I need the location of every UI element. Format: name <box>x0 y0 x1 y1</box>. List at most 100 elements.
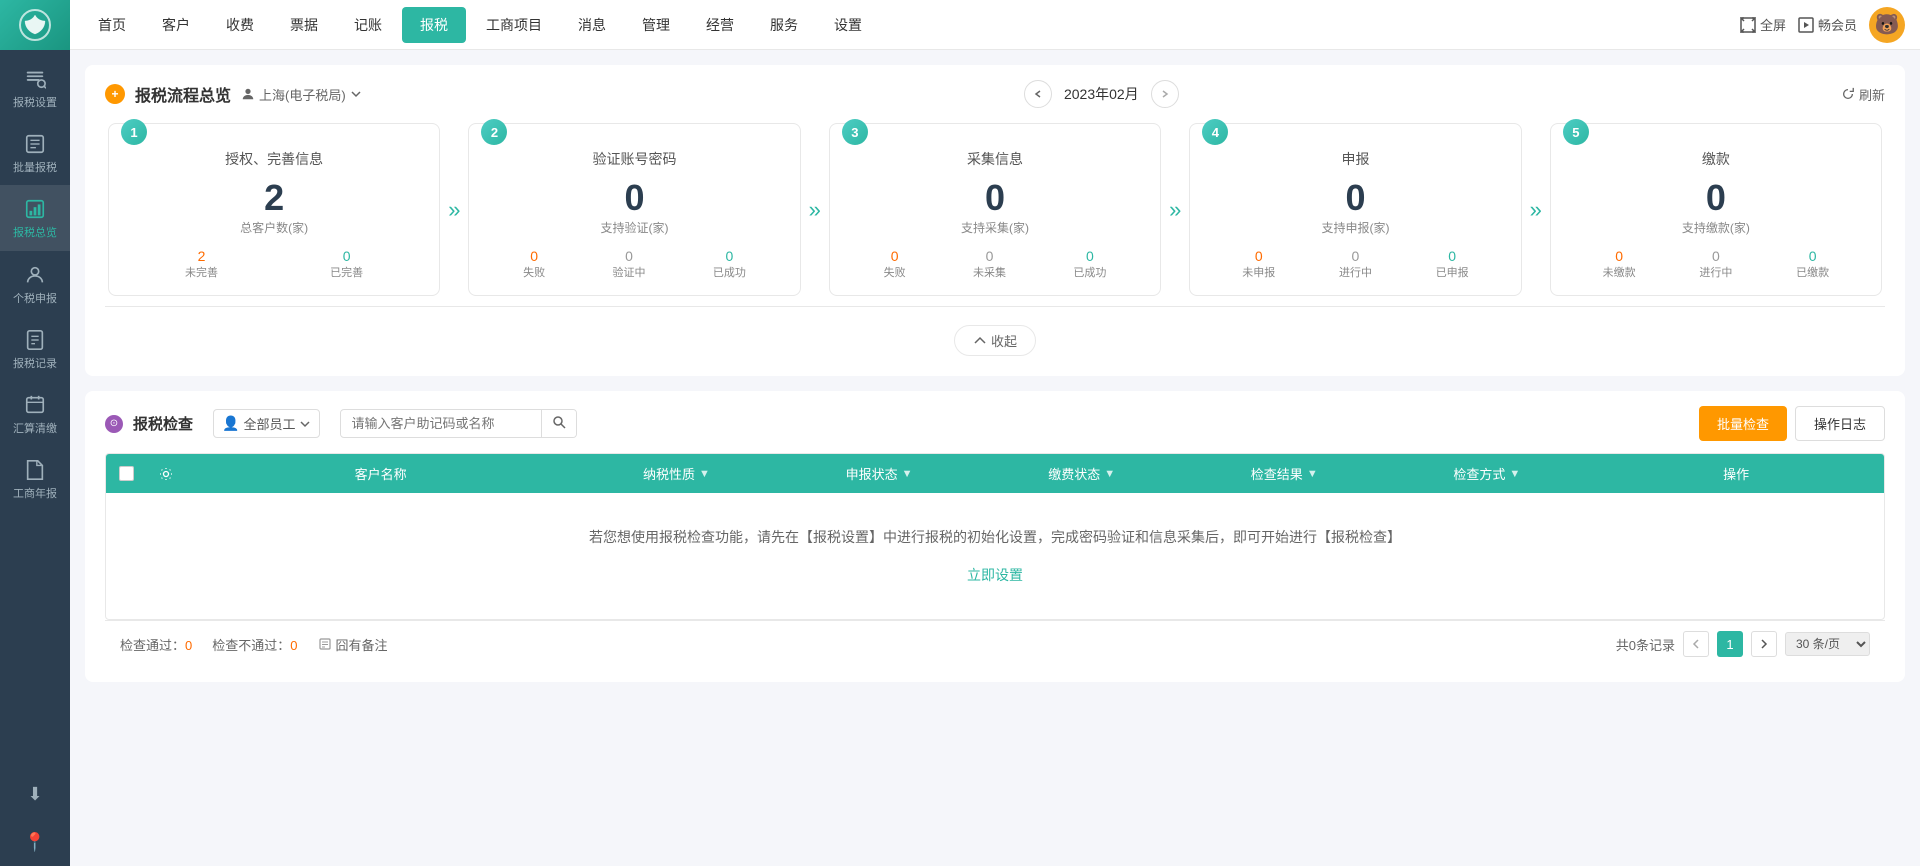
th-tax-nature: 纳税性质 ▼ <box>575 454 778 493</box>
nav-item-accounting[interactable]: 记账 <box>336 0 400 50</box>
nav-item-manage[interactable]: 管理 <box>624 0 688 50</box>
step3-stat-0: 0 失败 <box>884 248 906 280</box>
setup-link[interactable]: 立即设置 <box>967 567 1023 583</box>
next-page-button[interactable] <box>1751 631 1777 657</box>
nav-item-tax[interactable]: 报税 <box>402 7 466 43</box>
sidebar: 报税设置 批量报税 报税总览 个税申报 报税记录 <box>0 50 70 866</box>
search-button[interactable] <box>541 410 576 437</box>
step2-stat-2-val: 0 <box>713 248 746 264</box>
sidebar-item-settlement[interactable]: 汇算清缴 <box>0 381 70 446</box>
chevron-down-icon <box>350 88 362 100</box>
sidebar-item-location[interactable]: 📍 <box>0 818 70 866</box>
operation-log-button[interactable]: 操作日志 <box>1795 406 1885 441</box>
th-gear[interactable] <box>146 454 186 493</box>
nav-item-commerce[interactable]: 工商项目 <box>468 0 560 50</box>
play-icon <box>1798 17 1814 33</box>
th-filter-icon-4[interactable]: ▼ <box>1307 468 1318 480</box>
th-filter-icon-5[interactable]: ▼ <box>1509 468 1520 480</box>
step2-stat-2-label: 已成功 <box>713 264 746 280</box>
vip-button[interactable]: 畅会员 <box>1798 15 1857 34</box>
nav-item-messages[interactable]: 消息 <box>560 0 624 50</box>
table-wrapper: 客户名称 纳税性质 ▼ 申报状态 ▼ 缴费状态 ▼ 检查 <box>105 453 1885 620</box>
step1-stat-0-label: 未完善 <box>185 264 218 280</box>
step5-stat-2-label: 已缴款 <box>1796 264 1829 280</box>
sidebar-item-tax-settings-label: 报税设置 <box>13 97 57 110</box>
th-filter-icon-3[interactable]: ▼ <box>1104 468 1115 480</box>
current-page: 1 <box>1717 631 1743 657</box>
step2-desc: 支持验证(家) <box>489 219 779 236</box>
staff-filter[interactable]: 👤 全部员工 <box>213 409 320 438</box>
step5-stat-1: 0 进行中 <box>1699 248 1732 280</box>
collapse-button[interactable]: 收起 <box>954 325 1036 356</box>
step1-stat-1-label: 已完善 <box>330 264 363 280</box>
logo-area <box>0 0 70 50</box>
refresh-button[interactable]: 刷新 <box>1841 85 1885 104</box>
step1-stat-0-val: 2 <box>185 248 218 264</box>
step2-stat-2: 0 已成功 <box>713 248 746 280</box>
th-filter-icon-2[interactable]: ▼ <box>902 468 913 480</box>
per-page-select[interactable]: 30 条/页 50 条/页 100 条/页 <box>1785 632 1870 656</box>
nav-right: 全屏 畅会员 🐻 <box>1740 7 1920 43</box>
step2-stat-0-val: 0 <box>523 248 545 264</box>
th-declare-status: 申报状态 ▼ <box>778 454 981 493</box>
step5-stat-0-label: 未缴款 <box>1603 264 1636 280</box>
step5-stat-0-val: 0 <box>1603 248 1636 264</box>
th-check-result-label: 检查结果 <box>1251 464 1303 483</box>
header-checkbox[interactable] <box>119 466 134 481</box>
tax-overview-icon <box>21 195 49 223</box>
next-month-button[interactable] <box>1151 80 1179 108</box>
flow-step-4: 4 申报 0 支持申报(家) 0 未申报 0 进行中 <box>1189 123 1521 296</box>
total-records: 共0条记录 <box>1616 635 1675 654</box>
step5-badge: 5 <box>1563 119 1589 145</box>
search-input[interactable] <box>341 411 541 436</box>
staff-filter-icon: 👤 <box>222 415 239 432</box>
empty-message-container: 若您想使用报税检查功能，请先在【报税设置】中进行报税的初始化设置，完成密码验证和… <box>569 493 1421 619</box>
th-operation: 操作 <box>1588 454 1884 493</box>
prev-month-button[interactable] <box>1024 80 1052 108</box>
prev-page-button[interactable] <box>1683 631 1709 657</box>
flow-steps: 1 授权、完善信息 2 总客户数(家) 2 未完善 0 已完善 <box>105 123 1885 296</box>
step4-stats: 0 未申报 0 进行中 0 已申报 <box>1210 248 1500 280</box>
nav-item-settings[interactable]: 设置 <box>816 0 880 50</box>
vip-label: 畅会员 <box>1818 15 1857 34</box>
th-filter-icon-1[interactable]: ▼ <box>699 468 710 480</box>
step4-stat-2: 0 已申报 <box>1436 248 1469 280</box>
flow-step-2: 2 验证账号密码 0 支持验证(家) 0 失败 0 验证中 <box>468 123 800 296</box>
th-checkbox[interactable] <box>106 454 146 493</box>
sidebar-item-tax-records[interactable]: 报税记录 <box>0 316 70 381</box>
fullscreen-button[interactable]: 全屏 <box>1740 15 1786 34</box>
person-icon <box>241 87 255 101</box>
fullscreen-icon <box>1740 17 1756 33</box>
nav-item-customer[interactable]: 客户 <box>144 0 208 50</box>
step-arrow-4: » <box>1525 197 1547 223</box>
nav-item-fees[interactable]: 收费 <box>208 0 272 50</box>
sidebar-item-personal-tax[interactable]: 个税申报 <box>0 251 70 316</box>
table-footer: 检查通过：0 检查不通过：0 囧有备注 共0条记录 1 <box>105 620 1885 667</box>
table-header: 客户名称 纳税性质 ▼ 申报状态 ▼ 缴费状态 ▼ 检查 <box>106 454 1884 493</box>
step4-desc: 支持申报(家) <box>1210 219 1500 236</box>
sidebar-item-batch-tax[interactable]: 批量报税 <box>0 120 70 185</box>
collapse-label: 收起 <box>991 331 1017 350</box>
step4-name: 申报 <box>1210 149 1500 169</box>
sidebar-item-tax-settings[interactable]: 报税设置 <box>0 55 70 120</box>
step3-name: 采集信息 <box>850 149 1140 169</box>
fail-val[interactable]: 0 <box>290 638 297 653</box>
batch-check-button[interactable]: 批量检查 <box>1699 406 1787 441</box>
flow-step-1: 1 授权、完善信息 2 总客户数(家) 2 未完善 0 已完善 <box>108 123 440 296</box>
logo-icon <box>19 9 51 41</box>
step4-stat-0: 0 未申报 <box>1242 248 1275 280</box>
sidebar-item-download[interactable]: ⬇ <box>0 770 70 818</box>
sidebar-item-tax-overview[interactable]: 报税总览 <box>0 185 70 250</box>
location-filter[interactable]: 上海(电子税局) <box>241 85 362 104</box>
nav-item-bills[interactable]: 票据 <box>272 0 336 50</box>
nav-item-home[interactable]: 首页 <box>80 0 144 50</box>
step1-count: 2 <box>129 177 419 219</box>
nav-item-operation[interactable]: 经营 <box>688 0 752 50</box>
step3-badge: 3 <box>842 119 868 145</box>
sidebar-item-annual-report[interactable]: 工商年报 <box>0 446 70 511</box>
pass-val[interactable]: 0 <box>185 638 192 653</box>
step2-badge: 2 <box>481 119 507 145</box>
nav-item-service[interactable]: 服务 <box>752 0 816 50</box>
th-operation-label: 操作 <box>1723 464 1749 483</box>
step3-stat-1: 0 未采集 <box>973 248 1006 280</box>
